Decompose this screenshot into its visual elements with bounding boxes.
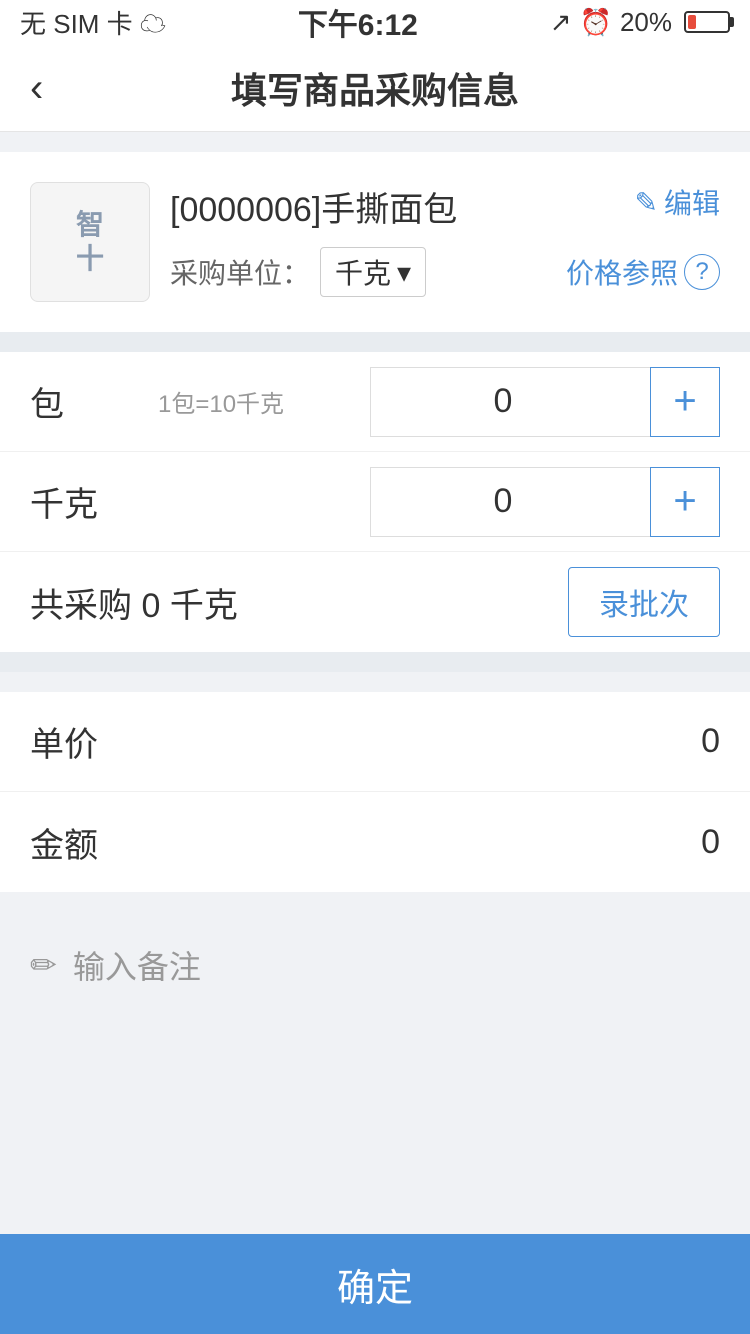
- total-text: 共采购 0 千克: [30, 578, 238, 627]
- unit-price-value: 0: [701, 722, 720, 761]
- separator-2: [0, 652, 750, 672]
- kg-quantity-input[interactable]: [370, 467, 650, 537]
- battery-icon: [684, 11, 730, 33]
- amount-row: 金额 0: [0, 792, 750, 892]
- status-right: ↗ ⏰ 20%: [550, 7, 730, 38]
- unit-price-row: 单价 0: [0, 692, 750, 792]
- bag-label: 包: [30, 377, 150, 426]
- product-logo: 智 十: [30, 182, 150, 302]
- kg-label: 千克: [30, 477, 150, 526]
- product-name: [0000006]手撕面包: [170, 182, 457, 231]
- bag-quantity-input[interactable]: [370, 367, 650, 437]
- separator-1: [0, 332, 750, 352]
- kg-plus-button[interactable]: +: [650, 467, 720, 537]
- edit-button[interactable]: ✎ 编辑: [635, 182, 720, 222]
- battery-percent: 20%: [620, 7, 672, 38]
- input-section: 包 1包=10千克 + 千克 +: [0, 352, 750, 552]
- amount-label: 金额: [30, 818, 98, 867]
- status-left: 无 SIM 卡 ☁: [20, 4, 166, 41]
- notes-placeholder: 输入备注: [73, 942, 201, 988]
- bag-plus-button[interactable]: +: [650, 367, 720, 437]
- location-icon: ↗: [550, 7, 572, 38]
- edit-icon: ✎: [635, 186, 658, 219]
- kg-input-right: +: [370, 467, 720, 537]
- unit-price-label: 单价: [30, 717, 98, 766]
- alarm-icon: ⏰: [580, 7, 612, 38]
- product-name-row: [0000006]手撕面包 ✎ 编辑: [170, 182, 720, 231]
- unit-label: 采购单位： 千克 ▾: [170, 247, 426, 297]
- product-info: [0000006]手撕面包 ✎ 编辑 采购单位： 千克 ▾ 价格参照 ?: [170, 182, 720, 297]
- sim-signal-text: 无 SIM 卡 ☁: [20, 4, 166, 41]
- price-reference-button[interactable]: 价格参照 ?: [566, 252, 720, 292]
- amount-value: 0: [701, 823, 720, 862]
- back-button[interactable]: ‹: [30, 68, 43, 108]
- page-title: 填写商品采购信息: [231, 62, 519, 114]
- product-card: 智 十 [0000006]手撕面包 ✎ 编辑 采购单位： 千克 ▾ 价格参照: [0, 152, 750, 332]
- pencil-icon: ✏: [30, 946, 57, 984]
- price-section: 单价 0 金额 0: [0, 692, 750, 892]
- notes-section[interactable]: ✏ 输入备注: [0, 912, 750, 1018]
- bag-input-right: +: [370, 367, 720, 437]
- bag-input-row: 包 1包=10千克 +: [0, 352, 750, 452]
- status-bar: 无 SIM 卡 ☁ 下午6:12 ↗ ⏰ 20%: [0, 0, 750, 44]
- total-row: 共采购 0 千克 录批次: [0, 552, 750, 652]
- bag-sub-label: 1包=10千克: [158, 384, 284, 419]
- logo-text: 智 十: [76, 208, 104, 275]
- total-amount: 0: [141, 587, 160, 625]
- help-icon: ?: [684, 254, 720, 290]
- kg-input-row: 千克 +: [0, 452, 750, 552]
- unit-select-dropdown[interactable]: 千克 ▾: [320, 247, 426, 297]
- chevron-down-icon: ▾: [397, 256, 411, 289]
- nav-bar: ‹ 填写商品采购信息: [0, 44, 750, 132]
- status-time: 下午6:12: [298, 0, 418, 44]
- confirm-button[interactable]: 确定: [0, 1234, 750, 1334]
- batch-record-button[interactable]: 录批次: [568, 567, 720, 637]
- unit-row: 采购单位： 千克 ▾ 价格参照 ?: [170, 247, 720, 297]
